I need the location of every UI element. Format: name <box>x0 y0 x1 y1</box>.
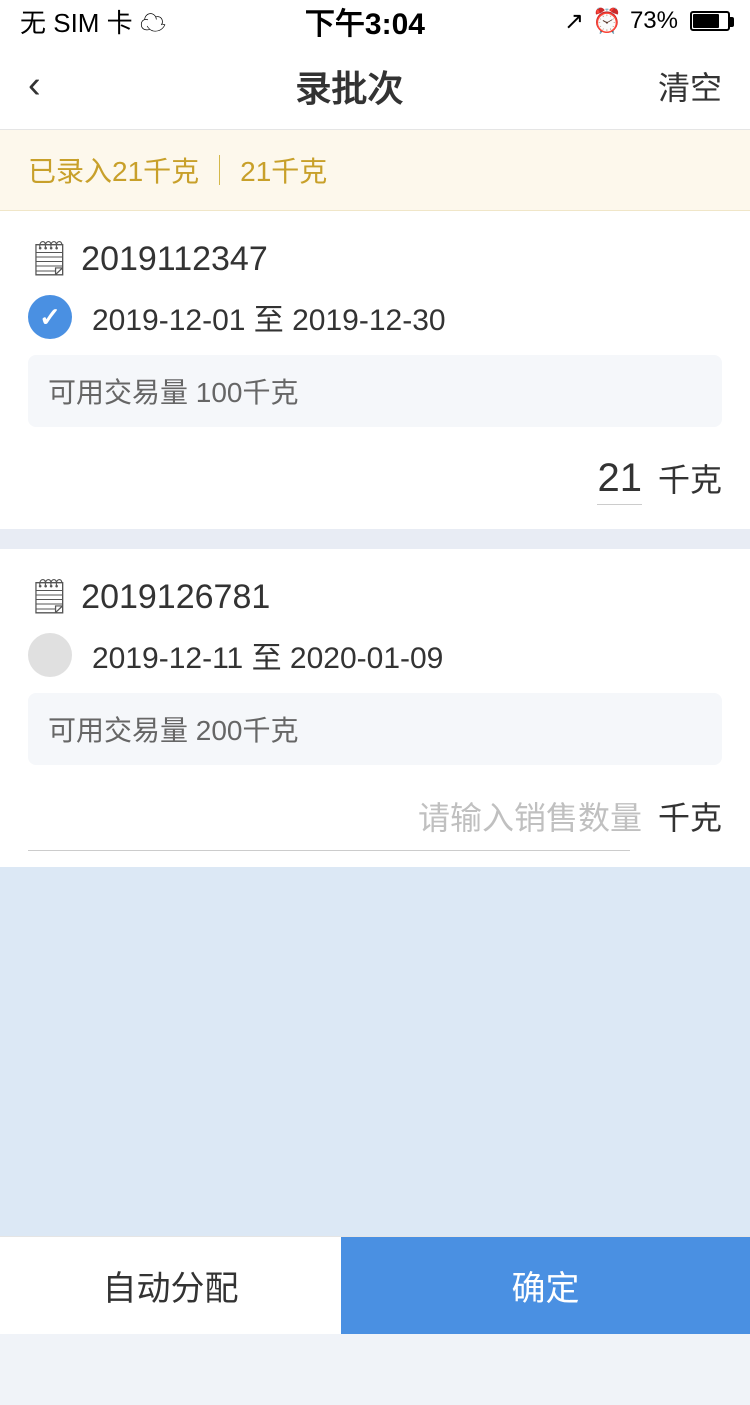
batch1-qty-value[interactable]: 21 <box>597 456 642 501</box>
status-time: 下午3:04 <box>305 0 425 43</box>
batch2-checkbox[interactable] <box>28 633 72 677</box>
batch2-check-row[interactable]: 2019-12-11 至 2020-01-09 <box>28 633 722 677</box>
sim-label: 无 SIM 卡 ☁ <box>20 3 166 40</box>
info-banner: 已录入21千克 21千克 <box>0 130 750 211</box>
batch2-input-unit: 千克 <box>658 793 722 839</box>
alarm-icon: ⏰ <box>592 7 622 36</box>
batch1-available-text: 可用交易量 100千克 <box>48 377 299 408</box>
batch2-input-row[interactable]: 请输入销售数量 千克 <box>0 765 750 867</box>
page-title: 录批次 <box>295 60 403 112</box>
back-button[interactable]: ‹ <box>28 64 41 107</box>
battery-icon <box>690 11 730 31</box>
banner-value: 21千克 <box>240 150 327 190</box>
section-separator <box>0 529 750 549</box>
batch2-card: 🗒 2019126781 2019-12-11 至 2020-01-09 可用交… <box>0 549 750 765</box>
batch1-checkbox[interactable]: ✓ <box>28 295 72 339</box>
doc-icon-2: 🗒 <box>28 577 71 617</box>
batch1-check-row[interactable]: ✓ 2019-12-01 至 2019-12-30 <box>28 295 722 339</box>
status-right: ↗ ⏰ 73% <box>564 7 730 36</box>
status-bar: 无 SIM 卡 ☁ 下午3:04 ↗ ⏰ 73% <box>0 0 750 42</box>
batch1-qty-unit: 千克 <box>658 455 722 501</box>
clear-button[interactable]: 清空 <box>658 63 722 109</box>
batch1-date-range: 2019-12-01 至 2019-12-30 <box>92 295 446 339</box>
location-icon: ↗ <box>564 7 584 36</box>
batch2-number: 2019126781 <box>81 578 270 617</box>
batch1-qty-row: 21 千克 <box>0 427 750 529</box>
batch1-header: 🗒 2019112347 <box>28 239 722 279</box>
banner-divider <box>219 155 220 185</box>
confirm-button[interactable]: 确定 <box>341 1237 750 1334</box>
battery-percent: 73% <box>630 7 678 35</box>
batch2-header: 🗒 2019126781 <box>28 577 722 617</box>
input-underline <box>28 850 630 851</box>
batch2-date-range: 2019-12-11 至 2020-01-09 <box>92 633 443 677</box>
nav-bar: ‹ 录批次 清空 <box>0 42 750 130</box>
recorded-label: 已录入21千克 <box>28 150 199 190</box>
doc-icon-1: 🗒 <box>28 239 71 279</box>
status-left: 无 SIM 卡 ☁ <box>20 3 166 40</box>
bottom-bar: 自动分配 确定 <box>0 1236 750 1334</box>
batch2-input-placeholder: 请输入销售数量 <box>418 793 642 839</box>
batch2-available-qty: 可用交易量 200千克 <box>28 693 722 765</box>
batch1-card: 🗒 2019112347 ✓ 2019-12-01 至 2019-12-30 可… <box>0 211 750 427</box>
auto-distribute-button[interactable]: 自动分配 <box>0 1237 341 1334</box>
batch1-available-qty: 可用交易量 100千克 <box>28 355 722 427</box>
batch2-available-text: 可用交易量 200千克 <box>48 715 299 746</box>
batch1-number: 2019112347 <box>81 240 268 279</box>
check-mark-icon: ✓ <box>39 302 61 333</box>
